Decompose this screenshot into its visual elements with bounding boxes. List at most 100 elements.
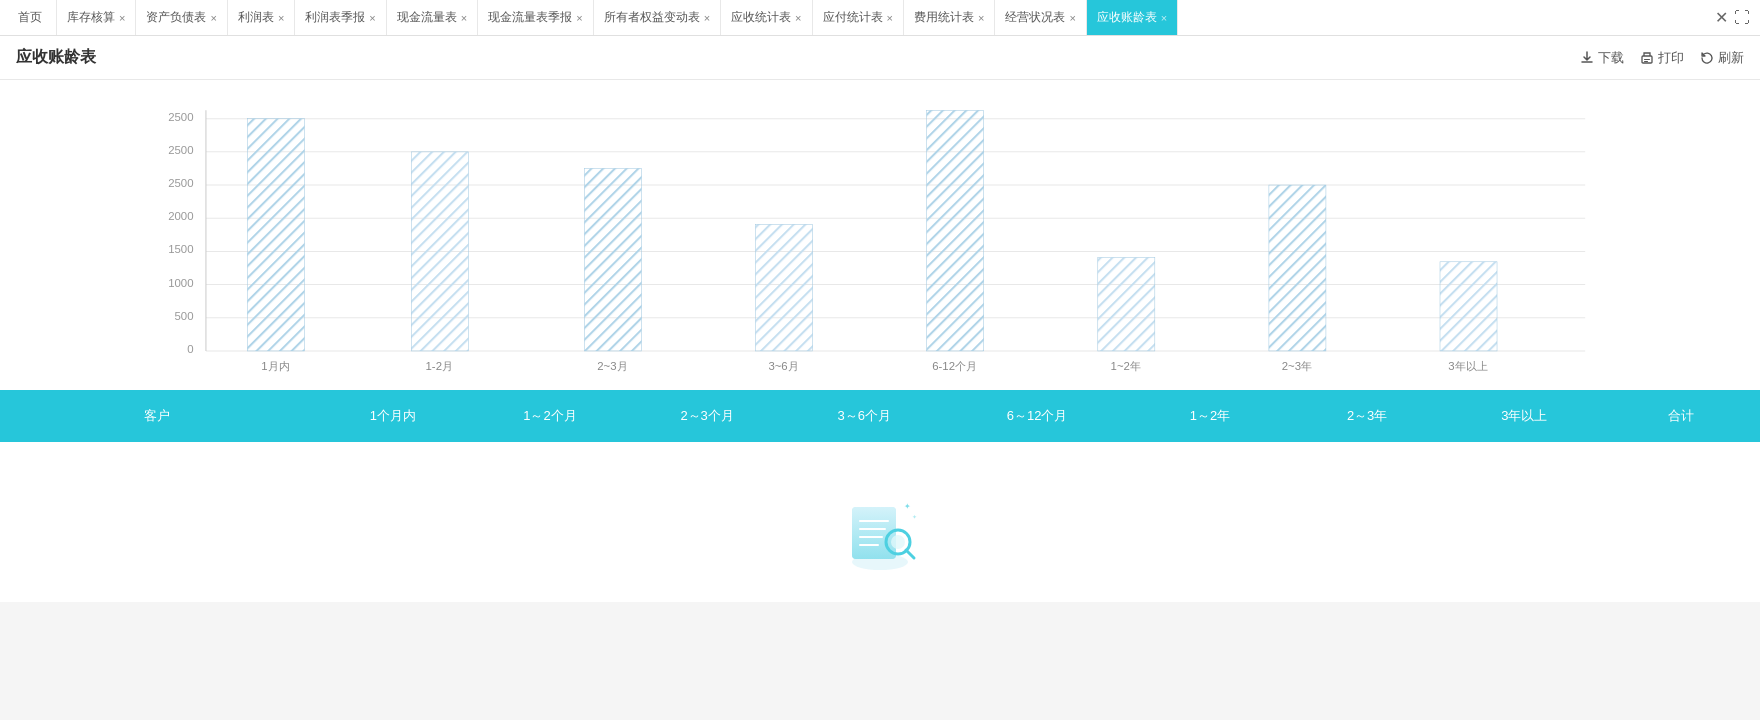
tab-label-9: 费用统计表 xyxy=(914,9,974,26)
tab-label-6: 所有者权益变动表 xyxy=(604,9,700,26)
tab-label-10: 经营状况表 xyxy=(1005,9,1065,26)
svg-text:0: 0 xyxy=(187,343,193,355)
print-icon xyxy=(1640,51,1654,65)
page-header: 应收账龄表 下载 打印 刷新 xyxy=(0,36,1760,80)
table-header-cell-5: 6～12个月 xyxy=(943,390,1132,442)
download-button[interactable]: 下载 xyxy=(1580,49,1624,67)
tab-close-8[interactable]: × xyxy=(887,12,893,24)
bar-1[interactable] xyxy=(247,119,304,351)
tab-label-4: 现金流量表 xyxy=(397,9,457,26)
tab-close-9[interactable]: × xyxy=(978,12,984,24)
tab-close-10[interactable]: × xyxy=(1069,12,1075,24)
refresh-label: 刷新 xyxy=(1718,49,1744,67)
svg-text:1月内: 1月内 xyxy=(261,360,289,372)
bar-4[interactable] xyxy=(756,224,813,351)
tab-label-8: 应付统计表 xyxy=(823,9,883,26)
table-header-cell-6: 1～2年 xyxy=(1131,390,1288,442)
tab-item-4[interactable]: 现金流量表 × xyxy=(387,0,478,35)
svg-text:3~6月: 3~6月 xyxy=(768,360,798,372)
tab-label-5: 现金流量表季报 xyxy=(488,9,572,26)
table-header-cell-3: 2～3个月 xyxy=(629,390,786,442)
table-header-cell-2: 1～2个月 xyxy=(471,390,628,442)
main-content: 2500 2500 2500 2000 1500 1000 500 0 xyxy=(0,80,1760,602)
table-header-cell-1: 1个月内 xyxy=(314,390,471,442)
svg-line-39 xyxy=(906,550,914,558)
svg-rect-2 xyxy=(1644,61,1648,62)
tab-label-1: 资产负债表 xyxy=(146,9,206,26)
table-header: 客户1个月内1～2个月2～3个月3～6个月6～12个月1～2年2～3年3年以上合… xyxy=(0,390,1760,442)
tab-close-0[interactable]: × xyxy=(119,12,125,24)
tab-label-11: 应收账龄表 xyxy=(1097,9,1157,26)
tab-item-5[interactable]: 现金流量表季报 × xyxy=(478,0,593,35)
download-icon xyxy=(1580,51,1594,65)
tab-close-7[interactable]: × xyxy=(795,12,801,24)
table-header-cell-4: 3～6个月 xyxy=(786,390,943,442)
svg-text:500: 500 xyxy=(174,310,193,322)
tab-item-0[interactable]: 库存核算 × xyxy=(57,0,136,35)
svg-text:2500: 2500 xyxy=(168,111,193,123)
svg-text:2500: 2500 xyxy=(168,144,193,156)
tab-close-11[interactable]: × xyxy=(1161,12,1167,24)
svg-rect-1 xyxy=(1644,59,1650,60)
tab-item-3[interactable]: 利润表季报 × xyxy=(295,0,386,35)
chart-container: 2500 2500 2500 2000 1500 1000 500 0 xyxy=(30,100,1730,380)
tab-item-11[interactable]: 应收账龄表 × xyxy=(1087,0,1178,35)
svg-text:6-12个月: 6-12个月 xyxy=(932,360,977,372)
svg-text:✦: ✦ xyxy=(912,514,917,520)
tab-close-4[interactable]: × xyxy=(461,12,467,24)
tab-item-1[interactable]: 资产负债表 × xyxy=(136,0,227,35)
empty-illustration: ✦ ✦ xyxy=(830,487,930,577)
tab-close-1[interactable]: × xyxy=(210,12,216,24)
svg-point-38 xyxy=(891,535,905,549)
tab-item-8[interactable]: 应付统计表 × xyxy=(813,0,904,35)
empty-state: ✦ ✦ xyxy=(0,442,1760,602)
tab-close-6[interactable]: × xyxy=(704,12,710,24)
page-title: 应收账龄表 xyxy=(16,47,96,68)
table-header-cell-0: 客户 xyxy=(0,390,314,442)
bar-3[interactable] xyxy=(584,168,641,351)
expand-icon[interactable]: ⛶ xyxy=(1734,9,1750,27)
svg-text:✦: ✦ xyxy=(904,502,911,511)
tab-item-7[interactable]: 应收统计表 × xyxy=(721,0,812,35)
tab-item-9[interactable]: 费用统计表 × xyxy=(904,0,995,35)
table-header-cell-9: 合计 xyxy=(1603,390,1760,442)
refresh-icon xyxy=(1700,51,1714,65)
svg-text:2000: 2000 xyxy=(168,210,193,222)
tab-bar-controls: ✕ ⛶ xyxy=(1709,8,1756,27)
bar-7[interactable] xyxy=(1269,185,1326,351)
chart-area: 2500 2500 2500 2000 1500 1000 500 0 xyxy=(0,80,1760,390)
tab-close-5[interactable]: × xyxy=(576,12,582,24)
bar-8[interactable] xyxy=(1440,262,1497,351)
svg-text:1-2月: 1-2月 xyxy=(426,360,453,372)
bar-chart: 2500 2500 2500 2000 1500 1000 500 0 xyxy=(30,100,1730,380)
tab-label-0: 库存核算 xyxy=(67,9,115,26)
header-actions: 下载 打印 刷新 xyxy=(1580,49,1744,67)
bar-5[interactable] xyxy=(927,110,984,351)
tab-label-3: 利润表季报 xyxy=(305,9,365,26)
table-header-cell-8: 3年以上 xyxy=(1446,390,1603,442)
tab-bar: 首页 库存核算×资产负债表×利润表×利润表季报×现金流量表×现金流量表季报×所有… xyxy=(0,0,1760,36)
tab-label-7: 应收统计表 xyxy=(731,9,791,26)
tab-close-3[interactable]: × xyxy=(369,12,375,24)
print-label: 打印 xyxy=(1658,49,1684,67)
tab-close-2[interactable]: × xyxy=(278,12,284,24)
svg-text:3年以上: 3年以上 xyxy=(1448,360,1487,372)
tab-item-6[interactable]: 所有者权益变动表 × xyxy=(594,0,721,35)
refresh-button[interactable]: 刷新 xyxy=(1700,49,1744,67)
bar-2[interactable] xyxy=(411,152,468,351)
table-header-cell-7: 2～3年 xyxy=(1289,390,1446,442)
tab-item-10[interactable]: 经营状况表 × xyxy=(995,0,1086,35)
svg-text:1~2年: 1~2年 xyxy=(1111,360,1141,372)
svg-text:2~3年: 2~3年 xyxy=(1282,360,1312,372)
tab-item-2[interactable]: 利润表× xyxy=(228,0,295,35)
close-all-icon[interactable]: ✕ xyxy=(1715,8,1728,27)
download-label: 下载 xyxy=(1598,49,1624,67)
svg-text:2500: 2500 xyxy=(168,177,193,189)
tab-home-label: 首页 xyxy=(18,9,42,26)
print-button[interactable]: 打印 xyxy=(1640,49,1684,67)
bar-6[interactable] xyxy=(1098,258,1155,351)
tab-bar-items: 首页 库存核算×资产负债表×利润表×利润表季报×现金流量表×现金流量表季报×所有… xyxy=(4,0,1709,35)
svg-text:1000: 1000 xyxy=(168,277,193,289)
tab-home[interactable]: 首页 xyxy=(4,0,57,35)
svg-text:1500: 1500 xyxy=(168,243,193,255)
